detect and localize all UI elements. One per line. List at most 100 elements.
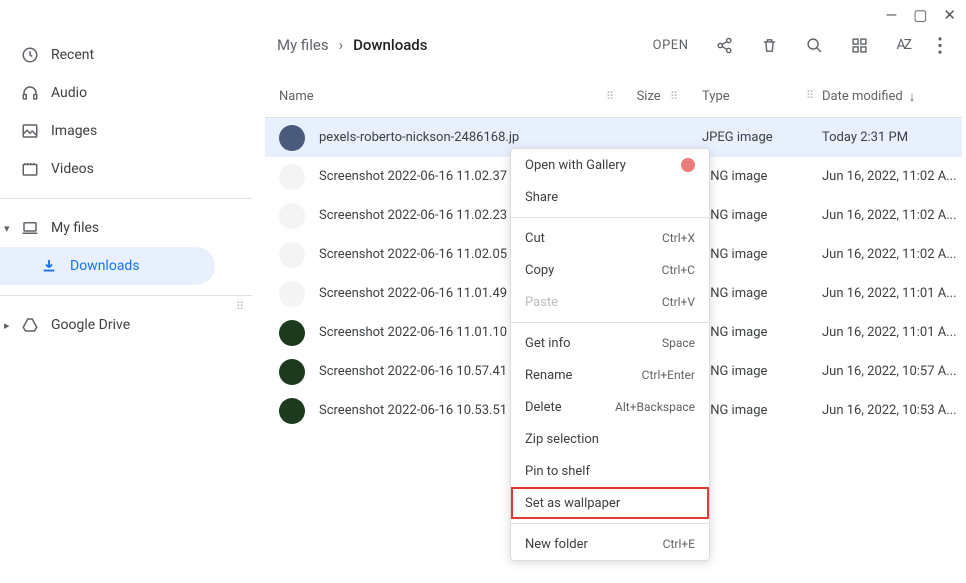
menu-item-label: New folder: [525, 537, 588, 552]
grip-icon[interactable]: ⠿: [670, 90, 678, 103]
col-type[interactable]: Type⠿: [702, 89, 822, 104]
open-button[interactable]: OPEN: [653, 38, 689, 53]
file-thumbnail: [279, 320, 305, 346]
sidebar-item-recent[interactable]: Recent: [0, 36, 260, 74]
file-date: Jun 16, 2022, 11:01 A...: [822, 325, 962, 340]
file-type: PNG image: [702, 403, 822, 418]
menu-item-get-info[interactable]: Get info Space: [511, 327, 709, 359]
clock-icon: [21, 46, 51, 64]
sidebar-item-downloads[interactable]: Downloads: [0, 247, 215, 285]
menu-item-label: Get info: [525, 336, 571, 351]
file-type: JPEG image: [702, 130, 822, 145]
menu-item-rename[interactable]: Rename Ctrl+Enter: [511, 359, 709, 391]
file-thumbnail: [279, 242, 305, 268]
menu-item-label: Paste: [525, 295, 558, 310]
sidebar-item-label: Google Drive: [51, 317, 130, 333]
col-name[interactable]: Name⠿: [265, 89, 622, 104]
sort-button[interactable]: AZ: [896, 37, 910, 53]
drag-handle-icon[interactable]: ⠿: [236, 300, 244, 313]
file-thumbnail: [279, 203, 305, 229]
breadcrumb-root[interactable]: My files: [277, 36, 329, 54]
file-type: PNG image: [702, 247, 822, 262]
menu-item-copy[interactable]: Copy Ctrl+C: [511, 254, 709, 286]
menu-item-new-folder[interactable]: New folder Ctrl+E: [511, 528, 709, 560]
divider: [0, 295, 252, 296]
arrow-down-icon: ↓: [909, 89, 916, 105]
divider: [0, 198, 252, 199]
file-type: PNG image: [702, 208, 822, 223]
menu-item-pin-to-shelf[interactable]: Pin to shelf: [511, 455, 709, 487]
menu-item-cut[interactable]: Cut Ctrl+X: [511, 222, 709, 254]
sidebar-item-audio[interactable]: Audio: [0, 74, 260, 112]
file-thumbnail: [279, 281, 305, 307]
headphones-icon: [21, 84, 51, 102]
sidebar: Recent Audio Images Videos ▾ My files Do…: [0, 0, 260, 583]
menu-item-zip-selection[interactable]: Zip selection: [511, 423, 709, 455]
file-date: Jun 16, 2022, 11:02 A...: [822, 247, 962, 262]
menu-item-set-as-wallpaper[interactable]: Set as wallpaper: [511, 487, 709, 519]
file-date: Jun 16, 2022, 11:02 A...: [822, 208, 962, 223]
menu-item-label: Zip selection: [525, 432, 599, 447]
file-type: PNG image: [702, 364, 822, 379]
laptop-icon: [21, 219, 51, 237]
file-thumbnail: [279, 125, 305, 151]
menu-item-label: Set as wallpaper: [525, 496, 620, 511]
more-icon[interactable]: [938, 37, 942, 54]
col-size[interactable]: Size ⠿: [622, 89, 702, 104]
image-icon: [21, 122, 51, 140]
menu-item-shortcut: Ctrl+E: [663, 537, 695, 551]
chevron-right-icon: ▸: [4, 319, 10, 332]
col-date[interactable]: Date modified↓: [822, 89, 962, 105]
chevron-down-icon: ▾: [4, 222, 10, 235]
sidebar-item-label: Videos: [51, 161, 94, 177]
menu-item-shortcut: Ctrl+V: [662, 295, 695, 309]
drive-icon: [21, 316, 51, 334]
grip-icon[interactable]: ⠿: [606, 90, 614, 103]
column-headers: Name⠿ Size ⠿ Type⠿ Date modified↓: [265, 76, 962, 118]
sidebar-item-label: My files: [51, 220, 99, 236]
file-date: Jun 16, 2022, 11:02 A...: [822, 169, 962, 184]
menu-item-shortcut: Ctrl+Enter: [642, 368, 695, 382]
file-date: Jun 16, 2022, 11:01 A...: [822, 286, 962, 301]
menu-item-label: Share: [525, 190, 558, 205]
chevron-right-icon: ›: [339, 36, 344, 54]
file-name: pexels-roberto-nickson-2486168.jp: [319, 130, 622, 145]
badge-icon: [681, 158, 695, 172]
sidebar-item-label: Images: [51, 123, 97, 139]
sidebar-item-label: Downloads: [70, 258, 140, 274]
grip-icon[interactable]: ⠿: [806, 89, 814, 102]
trash-icon[interactable]: [761, 37, 778, 54]
sidebar-item-myfiles[interactable]: ▾ My files: [0, 209, 260, 247]
file-thumbnail: [279, 359, 305, 385]
file-type: PNG image: [702, 169, 822, 184]
menu-item-label: Cut: [525, 231, 545, 246]
menu-item-paste: Paste Ctrl+V: [511, 286, 709, 318]
menu-item-label: Delete: [525, 400, 562, 415]
menu-item-shortcut: Alt+Backspace: [615, 400, 695, 414]
share-icon[interactable]: [716, 37, 733, 54]
menu-item-label: Pin to shelf: [525, 464, 590, 479]
sidebar-item-label: Audio: [51, 85, 87, 101]
menu-item-open-with-gallery[interactable]: Open with Gallery: [511, 149, 709, 181]
sidebar-item-videos[interactable]: Videos: [0, 150, 260, 188]
menu-item-shortcut: Ctrl+C: [662, 263, 695, 277]
sidebar-item-label: Recent: [51, 47, 94, 63]
toolbar: My files › Downloads OPEN AZ: [265, 0, 962, 60]
breadcrumb: My files › Downloads: [265, 36, 653, 54]
sidebar-item-drive[interactable]: ▸ Google Drive: [0, 306, 260, 344]
context-menu: Open with Gallery Share Cut Ctrl+X Copy Ctrl+…: [510, 148, 710, 561]
film-icon: [21, 160, 51, 178]
menu-item-share[interactable]: Share: [511, 181, 709, 213]
menu-item-shortcut: Ctrl+X: [662, 231, 695, 245]
menu-item-delete[interactable]: Delete Alt+Backspace: [511, 391, 709, 423]
menu-item-label: Rename: [525, 368, 572, 383]
toolbar-actions: OPEN AZ: [653, 37, 962, 54]
menu-item-shortcut: Space: [662, 336, 695, 350]
file-type: PNG image: [702, 286, 822, 301]
file-date: Jun 16, 2022, 10:57 A...: [822, 364, 962, 379]
sidebar-item-images[interactable]: Images: [0, 112, 260, 150]
grid-icon[interactable]: [851, 37, 868, 54]
menu-item-label: Copy: [525, 263, 554, 278]
search-icon[interactable]: [806, 37, 823, 54]
file-thumbnail: [279, 164, 305, 190]
